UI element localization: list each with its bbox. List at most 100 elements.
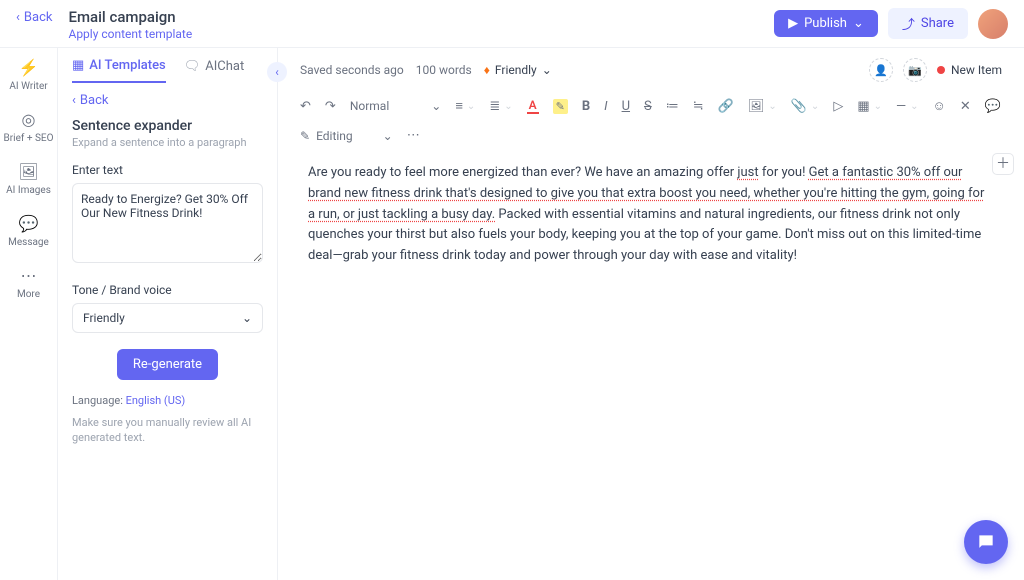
tone-label: Tone / Brand voice	[72, 283, 263, 297]
panel-back-button[interactable]: ‹ Back	[72, 93, 263, 108]
back-button[interactable]: ‹ Back	[16, 8, 52, 25]
ellipsis-icon: ⋯	[20, 266, 36, 285]
rail: ⚡ AI Writer ◎ Brief + SEO 🖼 AI Images 💬 …	[0, 48, 58, 580]
tone-indicator[interactable]: ♦ Friendly ⌄	[484, 63, 552, 77]
pencil-icon: ✎	[300, 129, 310, 143]
chevron-down-icon: ⌄	[242, 311, 252, 325]
italic-button[interactable]: I	[604, 99, 607, 114]
rail-more[interactable]: ⋯ More	[17, 266, 40, 300]
strike-button[interactable]: S	[644, 99, 652, 114]
language-prefix: Language:	[72, 394, 126, 407]
rail-label: AI Writer	[9, 81, 47, 92]
mode-value: Editing	[316, 129, 353, 143]
ai-panel: ▦ AI Templates 🗨 AIChat ‹ ‹ Back Sentenc…	[58, 48, 278, 580]
rail-label: Brief + SEO	[4, 133, 54, 144]
bulleted-list-button[interactable]: ≔	[666, 99, 679, 114]
publish-label: Publish	[804, 16, 847, 31]
upload-icon: ⤴	[902, 14, 915, 33]
chat-icon: 🗨	[184, 59, 201, 74]
message-icon: 💬	[19, 214, 39, 233]
share-button[interactable]: ⤴ Share	[888, 8, 968, 39]
tab-ai-templates[interactable]: ▦ AI Templates	[72, 58, 166, 83]
topbar: ‹ Back Email campaign Apply content temp…	[0, 0, 1024, 48]
add-block-button[interactable]: ＋	[992, 153, 1014, 175]
person-icon: 👤	[874, 64, 888, 77]
mode-select[interactable]: ✎ Editing ⌄	[300, 129, 393, 143]
chevron-left-icon: ‹	[16, 10, 20, 25]
image-insert-button[interactable]: 🖼⌄	[748, 99, 777, 114]
rail-message[interactable]: 💬 Message	[8, 214, 49, 248]
saved-status: Saved seconds ago	[300, 63, 404, 77]
image-icon: 🖼	[18, 162, 38, 181]
template-title: Sentence expander	[72, 118, 263, 134]
divider-button[interactable]: —⌄	[896, 99, 919, 114]
rail-label: Message	[8, 237, 49, 248]
body-text: Are you ready to feel more energized tha…	[308, 165, 737, 180]
rail-brief-seo[interactable]: ◎ Brief + SEO	[4, 110, 54, 144]
status-label: New Item	[951, 63, 1002, 77]
bold-button[interactable]: B	[582, 99, 590, 114]
template-desc: Expand a sentence into a paragraph	[72, 136, 263, 149]
status-dot-icon	[937, 66, 945, 74]
body-text: for you!	[759, 165, 809, 180]
page-title: Email campaign	[68, 8, 192, 26]
add-assignee-button[interactable]: 👤	[869, 58, 893, 82]
back-label: Back	[24, 10, 53, 25]
redo-button[interactable]: ↷	[325, 99, 336, 114]
target-icon: ◎	[22, 110, 36, 129]
rail-ai-writer[interactable]: ⚡ AI Writer	[9, 58, 47, 92]
avatar[interactable]	[978, 9, 1008, 39]
chevron-down-icon: ⌄	[431, 99, 441, 113]
add-date-button[interactable]: 📷	[903, 58, 927, 82]
chevron-left-icon: ‹	[72, 93, 76, 108]
align-select[interactable]: ≡⌄	[455, 98, 475, 114]
share-label: Share	[921, 16, 954, 31]
help-chat-button[interactable]	[964, 520, 1008, 564]
regenerate-button[interactable]: Re-generate	[117, 349, 218, 380]
underline-button[interactable]: U	[622, 99, 630, 114]
table-button[interactable]: ▦⌄	[857, 99, 882, 114]
style-value: Normal	[350, 99, 389, 113]
apply-template-link[interactable]: Apply content template	[68, 27, 192, 41]
editor-toolbar: ↶ ↷ Normal ⌄ ≡⌄ ≣⌄ A ✎ B I U S ≔ ≒ 🔗 🖼⌄	[278, 92, 1024, 153]
overflow-button[interactable]: ⋯	[407, 128, 420, 143]
editor: Saved seconds ago 100 words ♦ Friendly ⌄…	[278, 48, 1024, 580]
rail-label: More	[17, 289, 40, 300]
emoji-button[interactable]: ☺	[933, 98, 946, 114]
chat-bubble-icon	[976, 532, 996, 552]
comment-button[interactable]: 💬	[985, 99, 1001, 114]
text-color-button[interactable]: A	[527, 98, 539, 114]
enter-text-input[interactable]	[72, 183, 263, 263]
clear-format-button[interactable]: ✕	[960, 99, 971, 114]
undo-button[interactable]: ↶	[300, 99, 311, 114]
link-button[interactable]: 🔗	[718, 99, 734, 114]
chevron-down-icon: ⌄	[853, 16, 864, 31]
disclaimer: Make sure you manually review all AI gen…	[72, 415, 263, 446]
line-height-select[interactable]: ≣⌄	[489, 99, 512, 114]
tone-value: Friendly	[83, 311, 125, 325]
tab-label: AIChat	[205, 59, 244, 74]
numbered-list-button[interactable]: ≒	[693, 99, 704, 114]
style-select[interactable]: Normal ⌄	[350, 99, 442, 113]
language-link[interactable]: English (US)	[126, 394, 186, 407]
enter-text-label: Enter text	[72, 163, 263, 177]
rail-ai-images[interactable]: 🖼 AI Images	[6, 162, 51, 196]
chevron-down-icon: ⌄	[542, 63, 552, 77]
chevron-down-icon: ⌄	[383, 129, 393, 143]
play-icon: ▶	[788, 16, 798, 31]
editor-content[interactable]: ＋ Are you ready to feel more energized t…	[278, 153, 1024, 277]
status-pill[interactable]: New Item	[937, 63, 1002, 77]
highlight-button[interactable]: ✎	[553, 99, 568, 114]
panel-back-label: Back	[80, 93, 109, 108]
video-button[interactable]: ▷	[833, 99, 843, 114]
word-count: 100 words	[416, 63, 472, 77]
panel-collapse-button[interactable]: ‹	[267, 62, 287, 82]
bolt-icon: ⚡	[19, 58, 39, 77]
tone-value: Friendly	[495, 63, 537, 77]
publish-button[interactable]: ▶ Publish ⌄	[774, 10, 878, 37]
camera-icon: 📷	[908, 64, 922, 77]
body-text: just	[737, 165, 758, 180]
attachment-button[interactable]: 📎⌄	[791, 99, 820, 114]
tab-ai-chat[interactable]: 🗨 AIChat	[184, 58, 244, 83]
tone-select[interactable]: Friendly ⌄	[72, 303, 263, 333]
